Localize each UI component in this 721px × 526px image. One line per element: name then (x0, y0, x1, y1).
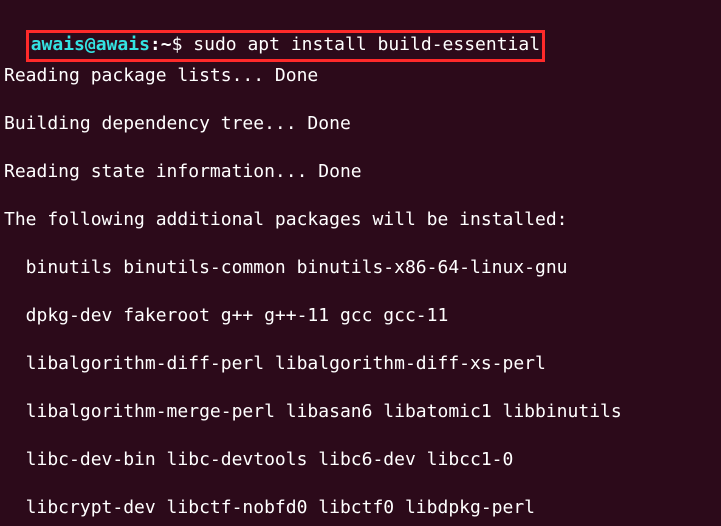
output-line: dpkg-dev fakeroot g++ g++-11 gcc gcc-11 (4, 304, 717, 328)
output-line: binutils binutils-common binutils-x86-64… (4, 256, 717, 280)
terminal-window[interactable]: awais@awais:~$ sudo apt install build-es… (0, 0, 721, 526)
prompt-host: awais (96, 34, 150, 55)
output-line: libalgorithm-merge-perl libasan6 libatom… (4, 400, 717, 424)
prompt-at: @ (85, 34, 96, 55)
output-line: Building dependency tree... Done (4, 112, 717, 136)
output-line: libc-dev-bin libc-devtools libc6-dev lib… (4, 448, 717, 472)
prompt-cwd: ~ (161, 34, 172, 55)
output-line: Reading package lists... Done (4, 64, 717, 88)
output-line: libalgorithm-diff-perl libalgorithm-diff… (4, 352, 717, 376)
prompt-colon: : (150, 34, 161, 55)
prompt-user: awais (31, 34, 85, 55)
output-line: libcrypt-dev libctf-nobfd0 libctf0 libdp… (4, 496, 717, 520)
command-text: sudo apt install build-essential (193, 34, 540, 55)
command-highlight: awais@awais:~$ sudo apt install build-es… (26, 30, 545, 62)
output-line: Reading state information... Done (4, 160, 717, 184)
prompt-dollar: $ (172, 34, 194, 55)
output-line: The following additional packages will b… (4, 208, 717, 232)
